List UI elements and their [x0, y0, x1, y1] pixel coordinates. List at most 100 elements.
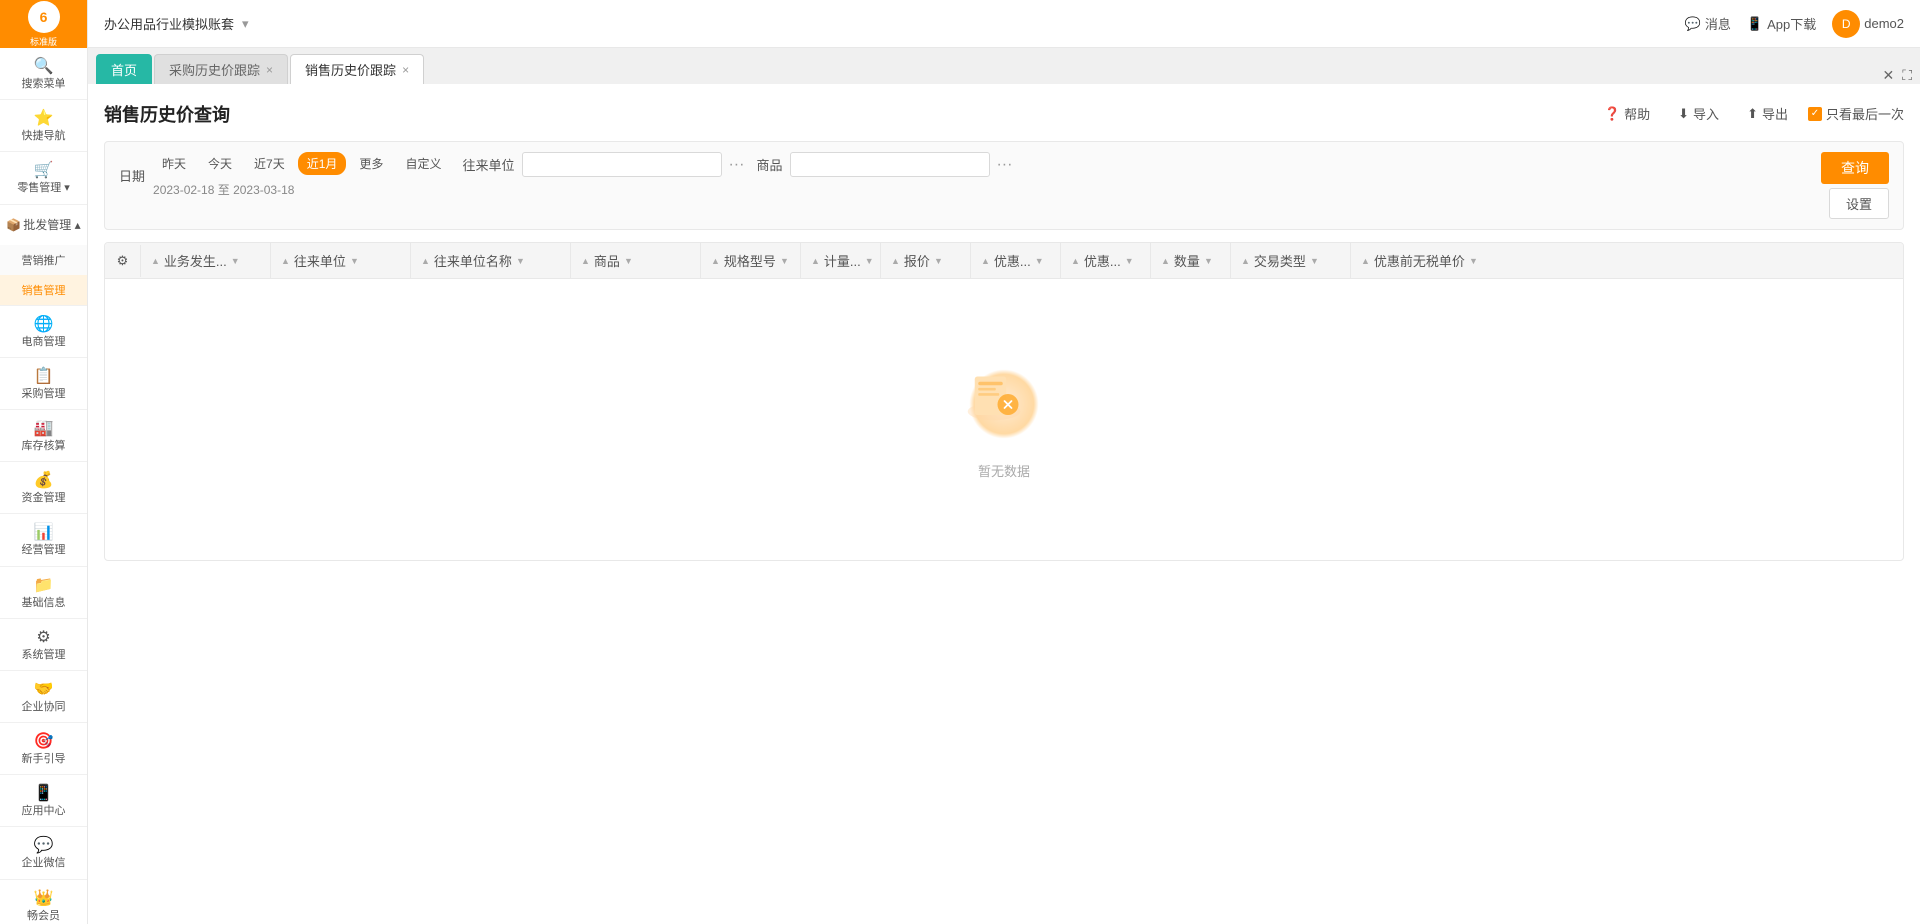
help-button[interactable]: ❓ 帮助 [1596, 100, 1658, 127]
user-area[interactable]: D demo2 [1832, 10, 1904, 38]
sidebar-item-appstore[interactable]: 📱 应用中心 [0, 775, 87, 827]
sidebar-item-inventory[interactable]: 🏭 库存核算 [0, 410, 87, 462]
table-col-trade-type[interactable]: ▲ 交易类型 ▼ [1231, 243, 1351, 278]
topbar-right: 💬 消息 📱 App下载 D demo2 [1685, 10, 1904, 38]
date-buttons: 昨天 今天 近7天 近1月 更多 自定义 [153, 152, 450, 175]
tab-sales-history[interactable]: 销售历史价跟踪 × [290, 54, 424, 84]
user-name: demo2 [1864, 16, 1904, 31]
tab-sales-history-label: 销售历史价跟踪 [305, 60, 396, 79]
tabs-bar: 首页 采购历史价跟踪 × 销售历史价跟踪 × ✕ ⛶ [88, 48, 1920, 84]
setting-button[interactable]: 设置 [1829, 188, 1889, 219]
message-action[interactable]: 💬 消息 [1685, 14, 1731, 33]
table-col-discount1[interactable]: ▲ 优惠... ▼ [971, 243, 1061, 278]
sort-icon-down: ▼ [780, 256, 789, 266]
goods-input-group: ··· [790, 152, 1012, 177]
target-icon: 🎯 [34, 731, 54, 751]
sidebar-item-wholesale[interactable]: 📦 批发管理 ▴ [0, 205, 87, 245]
wechat-icon: 💬 [34, 835, 54, 855]
topbar-title: 办公用品行业模拟账套 [104, 14, 234, 33]
tab-purchase-history-close[interactable]: × [266, 64, 273, 76]
export-label: 导出 [1762, 104, 1788, 123]
sidebar-item-newbie[interactable]: 🎯 新手引导 [0, 723, 87, 775]
sort-icon-down: ▼ [865, 256, 874, 266]
date-btn-today[interactable]: 今天 [199, 152, 241, 175]
date-btn-1month[interactable]: 近1月 [298, 152, 347, 175]
sort-icon-up: ▲ [981, 256, 990, 266]
tab-purchase-history[interactable]: 采购历史价跟踪 × [154, 54, 288, 84]
sidebar-item-label: 电商管理 [22, 336, 66, 349]
sidebar-item-basic[interactable]: 📁 基础信息 [0, 567, 87, 619]
date-btn-7days[interactable]: 近7天 [245, 152, 294, 175]
table-col-biz-date[interactable]: ▲ 业务发生... ▼ [141, 243, 271, 278]
sort-icon-down: ▼ [1035, 256, 1044, 266]
table-container: ⚙ ▲ 业务发生... ▼ ▲ 往来单位 ▼ ▲ 往来单位名称 ▼ ▲ [104, 242, 1904, 561]
only-last-label: 只看最后一次 [1826, 104, 1904, 123]
goods-dots-icon[interactable]: ··· [996, 156, 1012, 174]
goods-input[interactable] [790, 152, 990, 177]
sidebar-item-system[interactable]: ⚙ 系统管理 [0, 619, 87, 671]
sidebar-item-member[interactable]: 👑 畅会员 [0, 880, 87, 924]
only-last-checkbox[interactable]: 只看最后一次 [1808, 104, 1904, 123]
topbar-dropdown-icon[interactable]: ▾ [242, 16, 249, 32]
sidebar-item-operation[interactable]: 📊 经营管理 [0, 514, 87, 566]
sort-icon-up: ▲ [421, 256, 430, 266]
sidebar: 6 标准版 🔍 搜索菜单 ⭐ 快捷导航 🛒 零售管理 ▾ 📦 批发管理 ▴ 营销… [0, 0, 88, 924]
sort-icon-up: ▲ [151, 256, 160, 266]
sidebar-item-label: 基础信息 [22, 597, 66, 610]
sort-icon-down: ▼ [934, 256, 943, 266]
sidebar-item-search[interactable]: 🔍 搜索菜单 [0, 48, 87, 100]
export-icon: ⬆ [1747, 106, 1758, 122]
sidebar-item-ecommerce[interactable]: 🌐 电商管理 [0, 306, 87, 358]
clipboard-icon: 📋 [34, 366, 54, 386]
table-col-quantity[interactable]: ▲ 数量 ▼ [1151, 243, 1231, 278]
date-btn-yesterday[interactable]: 昨天 [153, 152, 195, 175]
sidebar-item-wechat[interactable]: 💬 企业微信 [0, 827, 87, 879]
partner-input[interactable] [522, 152, 722, 177]
sidebar-item-marketing[interactable]: 营销推广 [0, 245, 87, 275]
close-tab-button[interactable]: ✕ [1882, 67, 1894, 84]
sidebar-item-label: 应用中心 [22, 805, 66, 818]
sidebar-item-label: 企业微信 [22, 857, 66, 870]
tab-home[interactable]: 首页 [96, 54, 152, 84]
sidebar-item-purchase[interactable]: 📋 采购管理 [0, 358, 87, 410]
app-download-action[interactable]: 📱 App下载 [1747, 14, 1816, 33]
table-col-price[interactable]: ▲ 报价 ▼ [881, 243, 971, 278]
date-filter-group: 日期 昨天 今天 近7天 近1月 更多 自定义 2023-02-18 至 202… [119, 152, 450, 198]
sidebar-item-label: 畅会员 [27, 910, 60, 923]
handshake-icon: 🤝 [34, 679, 54, 699]
partner-dots-icon[interactable]: ··· [728, 156, 744, 174]
table-col-goods[interactable]: ▲ 商品 ▼ [571, 243, 701, 278]
sort-icon-up: ▲ [1361, 256, 1370, 266]
table-col-spec[interactable]: ▲ 规格型号 ▼ [701, 243, 801, 278]
sidebar-item-label: 新手引导 [22, 753, 66, 766]
table-col-unit[interactable]: ▲ 计量... ▼ [801, 243, 881, 278]
folder-icon: 📁 [34, 575, 54, 595]
sidebar-menu: 🔍 搜索菜单 ⭐ 快捷导航 🛒 零售管理 ▾ 📦 批发管理 ▴ 营销推广 销售管… [0, 48, 87, 924]
table-col-partner-code[interactable]: ▲ 往来单位 ▼ [271, 243, 411, 278]
page-header-actions: ❓ 帮助 ⬇ 导入 ⬆ 导出 只看最后一次 [1596, 100, 1904, 127]
table-col-partner-name[interactable]: ▲ 往来单位名称 ▼ [411, 243, 571, 278]
message-label: 消息 [1705, 14, 1731, 33]
sidebar-item-shortcuts[interactable]: ⭐ 快捷导航 [0, 100, 87, 152]
date-btn-custom[interactable]: 自定义 [396, 152, 450, 175]
maximize-tab-button[interactable]: ⛶ [1902, 67, 1912, 84]
date-btn-more[interactable]: 更多 [350, 152, 392, 175]
table-col-discount2[interactable]: ▲ 优惠... ▼ [1061, 243, 1151, 278]
goods-filter-group: 商品 ··· [756, 152, 1012, 177]
sort-icon-up: ▲ [581, 256, 590, 266]
sidebar-item-sales-mgmt[interactable]: 销售管理 [0, 275, 87, 305]
crown-icon: 👑 [34, 888, 54, 908]
help-icon: ❓ [1604, 106, 1620, 122]
sidebar-item-finance[interactable]: 💰 资金管理 [0, 462, 87, 514]
logo-area[interactable]: 6 标准版 [0, 0, 87, 48]
query-button[interactable]: 查询 [1821, 152, 1889, 184]
import-button[interactable]: ⬇ 导入 [1670, 100, 1727, 127]
tab-sales-history-close[interactable]: × [402, 64, 409, 76]
star-icon: ⭐ [34, 108, 54, 128]
export-button[interactable]: ⬆ 导出 [1739, 100, 1796, 127]
table-col-settings[interactable]: ⚙ [105, 245, 141, 277]
table-col-pretax-price[interactable]: ▲ 优惠前无税单价 ▼ [1351, 243, 1903, 278]
sidebar-item-enterprise[interactable]: 🤝 企业协同 [0, 671, 87, 723]
sidebar-item-retail[interactable]: 🛒 零售管理 ▾ [0, 152, 87, 204]
filter-bar: 日期 昨天 今天 近7天 近1月 更多 自定义 2023-02-18 至 202… [104, 141, 1904, 230]
